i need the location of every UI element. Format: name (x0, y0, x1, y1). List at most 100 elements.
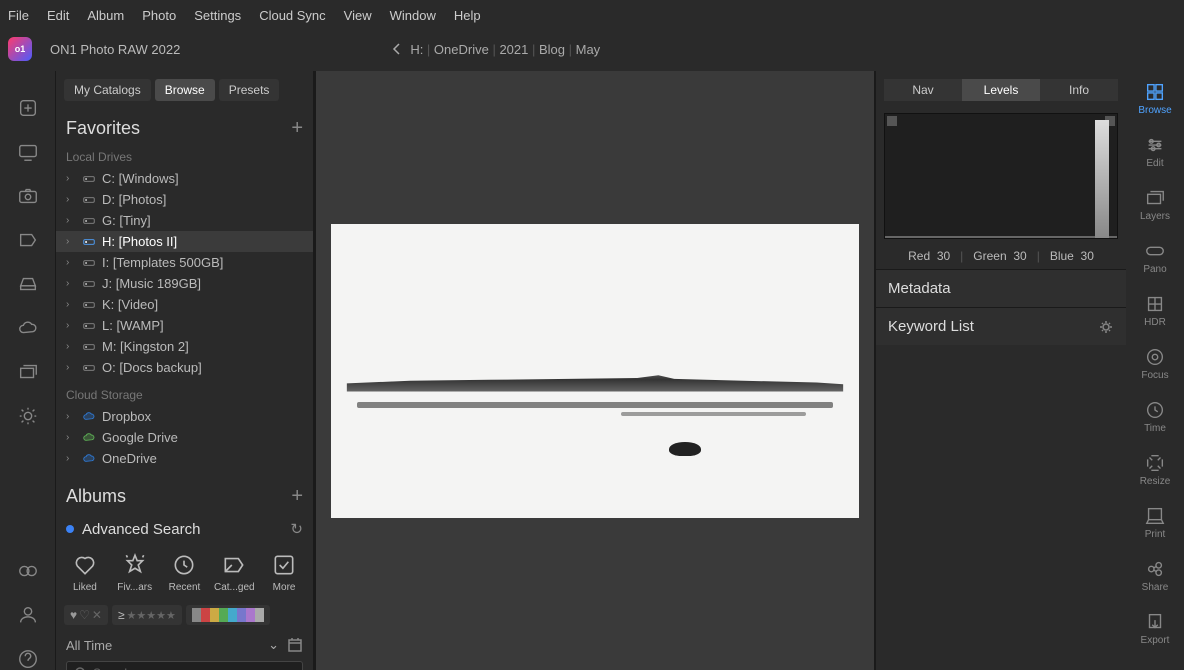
advanced-search[interactable]: Advanced Search ↻ (66, 514, 303, 544)
album-btn-label: Liked (73, 582, 97, 593)
crumb[interactable]: H: (410, 42, 423, 57)
rtool-focus[interactable]: Focus (1126, 340, 1184, 387)
drive-item[interactable]: ›D: [Photos] (56, 189, 313, 210)
drive-item[interactable]: ›H: [Photos II] (56, 231, 313, 252)
album-btn-icon (171, 552, 197, 578)
album-btn-catged[interactable]: Cat...ged (210, 552, 258, 593)
like-filter[interactable]: ♥♡✕ (64, 605, 108, 625)
drive-item[interactable]: ›K: [Video] (56, 294, 313, 315)
drive-item[interactable]: ›G: [Tiny] (56, 210, 313, 231)
camera-icon[interactable] (17, 185, 39, 207)
add-icon[interactable] (17, 97, 39, 119)
rtool-time[interactable]: Time (1126, 393, 1184, 440)
image-viewer[interactable] (314, 71, 876, 670)
cloud-item[interactable]: ›Google Drive (56, 427, 313, 448)
breadcrumb[interactable]: H: | OneDrive | 2021 | Blog | May (390, 42, 600, 57)
rtool-pano[interactable]: Pano (1126, 234, 1184, 281)
chevron-right-icon[interactable]: › (66, 278, 76, 289)
chevron-right-icon[interactable]: › (66, 215, 76, 226)
rtool-print[interactable]: Print (1126, 499, 1184, 546)
bulb-icon[interactable] (17, 405, 39, 427)
menu-window[interactable]: Window (390, 8, 436, 23)
album-btn-liked[interactable]: Liked (61, 552, 109, 593)
rtool-resize[interactable]: Resize (1126, 446, 1184, 493)
shadow-clip-icon[interactable] (887, 116, 897, 126)
albums-title: Albums (66, 486, 126, 507)
add-favorite-icon[interactable]: + (291, 117, 303, 140)
time-filter[interactable]: All Time ⌄ (56, 629, 313, 661)
search-input[interactable]: Search (66, 661, 303, 670)
drive-label: J: [Music 189GB] (102, 276, 201, 291)
tab-levels[interactable]: Levels (962, 79, 1040, 101)
menu-edit[interactable]: Edit (47, 8, 69, 23)
rtool-layers[interactable]: Layers (1126, 181, 1184, 228)
rtool-hdr[interactable]: HDR (1126, 287, 1184, 334)
drives-tree: ›C: [Windows]›D: [Photos]›G: [Tiny]›H: [… (56, 168, 313, 384)
keyword-section[interactable]: Keyword List (876, 307, 1126, 345)
drive-item[interactable]: ›C: [Windows] (56, 168, 313, 189)
gear-icon[interactable] (1098, 319, 1114, 335)
drive-item[interactable]: ›L: [WAMP] (56, 315, 313, 336)
tag-icon[interactable] (17, 229, 39, 251)
monitor-icon[interactable] (17, 141, 39, 163)
tab-presets[interactable]: Presets (219, 79, 280, 101)
drive-icon (82, 298, 96, 312)
cloud-item[interactable]: ›Dropbox (56, 406, 313, 427)
crumb[interactable]: 2021 (499, 42, 528, 57)
rtool-browse[interactable]: Browse (1126, 75, 1184, 122)
metadata-section[interactable]: Metadata (876, 269, 1126, 307)
album-btn-fivars[interactable]: Fiv...ars (111, 552, 159, 593)
album-btn-label: Fiv...ars (117, 582, 152, 593)
back-icon[interactable] (390, 42, 404, 56)
histogram[interactable] (884, 113, 1118, 239)
drive-item[interactable]: ›M: [Kingston 2] (56, 336, 313, 357)
tab-browse[interactable]: Browse (155, 79, 215, 101)
calendar-icon[interactable] (287, 637, 303, 653)
menu-view[interactable]: View (344, 8, 372, 23)
chevron-right-icon[interactable]: › (66, 411, 76, 422)
menu-cloud-sync[interactable]: Cloud Sync (259, 8, 325, 23)
cloud-item[interactable]: ›OneDrive (56, 448, 313, 469)
drive-icon[interactable] (17, 273, 39, 295)
chevron-right-icon[interactable]: › (66, 194, 76, 205)
help-icon[interactable] (17, 648, 39, 670)
chevron-right-icon[interactable]: › (66, 173, 76, 184)
menu-settings[interactable]: Settings (194, 8, 241, 23)
rtool-export[interactable]: Export (1126, 605, 1184, 652)
drive-item[interactable]: › J: [Music 189GB] (56, 273, 313, 294)
chevron-down-icon[interactable]: ⌄ (268, 637, 279, 653)
menu-help[interactable]: Help (454, 8, 481, 23)
menu-photo[interactable]: Photo (142, 8, 176, 23)
crumb[interactable]: Blog (539, 42, 565, 57)
tab-info[interactable]: Info (1040, 79, 1118, 101)
blue-label: Blue (1050, 249, 1074, 263)
rtool-edit[interactable]: Edit (1126, 128, 1184, 175)
user-icon[interactable] (17, 604, 39, 626)
chevron-right-icon[interactable]: › (66, 257, 76, 268)
drive-item[interactable]: ›O: [Docs backup] (56, 357, 313, 378)
album-btn-more[interactable]: More (260, 552, 308, 593)
chevron-right-icon[interactable]: › (66, 341, 76, 352)
crumb[interactable]: May (576, 42, 601, 57)
tab-nav[interactable]: Nav (884, 79, 962, 101)
chevron-right-icon[interactable]: › (66, 432, 76, 443)
chevron-right-icon[interactable]: › (66, 320, 76, 331)
crumb[interactable]: OneDrive (434, 42, 489, 57)
rtool-share[interactable]: Share (1126, 552, 1184, 599)
tab-catalogs[interactable]: My Catalogs (64, 79, 151, 101)
menu-album[interactable]: Album (87, 8, 124, 23)
chevron-right-icon[interactable]: › (66, 236, 76, 247)
add-album-icon[interactable]: + (291, 485, 303, 508)
rating-filter[interactable]: ≥★★★★★ (112, 605, 182, 625)
cloud-icon[interactable] (17, 317, 39, 339)
color-filter[interactable] (186, 605, 270, 625)
adjust-icon[interactable] (17, 560, 39, 582)
chevron-right-icon[interactable]: › (66, 362, 76, 373)
stack-icon[interactable] (17, 361, 39, 383)
menu-file[interactable]: File (8, 8, 29, 23)
reload-icon[interactable]: ↻ (290, 520, 303, 538)
chevron-right-icon[interactable]: › (66, 453, 76, 464)
album-btn-recent[interactable]: Recent (160, 552, 208, 593)
drive-item[interactable]: ›I: [Templates 500GB] (56, 252, 313, 273)
chevron-right-icon[interactable]: › (66, 299, 76, 310)
